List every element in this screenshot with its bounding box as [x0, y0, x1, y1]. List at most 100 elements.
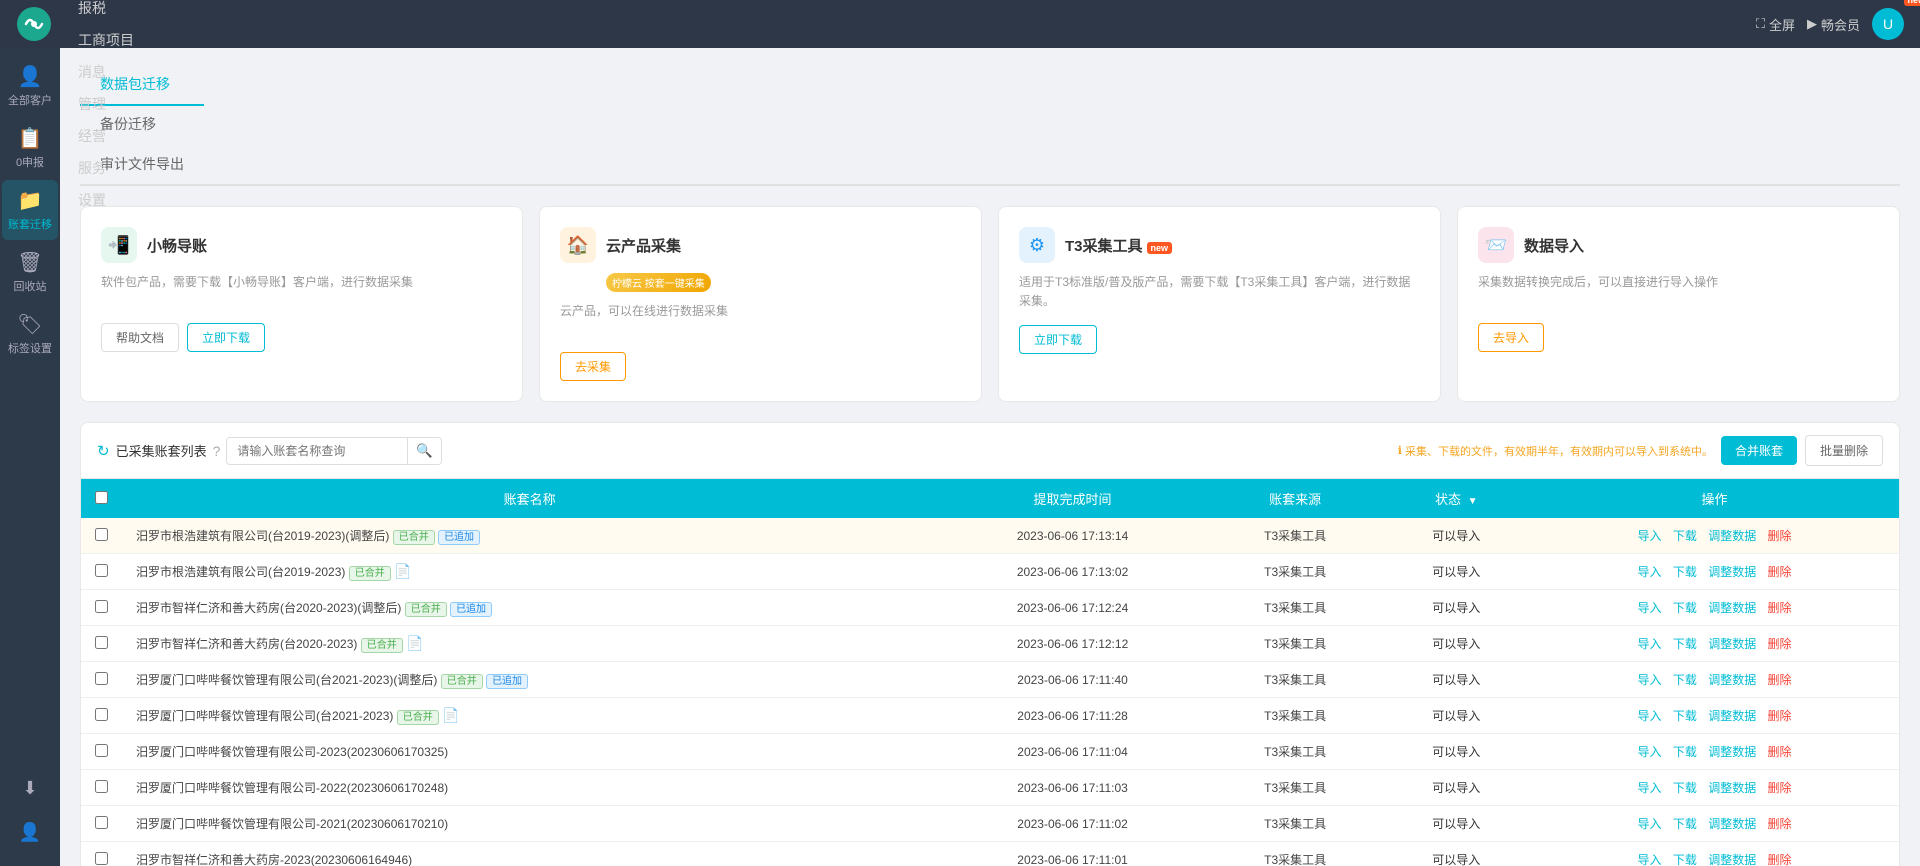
row-action-adjust[interactable]: 调整数据 [1704, 529, 1760, 543]
card-action-去采集[interactable]: 去采集 [560, 352, 626, 381]
row-action-download[interactable]: 下载 [1669, 709, 1701, 723]
header-status[interactable]: 状态 ▼ [1383, 479, 1531, 518]
file-icon[interactable]: 📄 [406, 635, 423, 651]
help-icon[interactable]: ? [213, 443, 221, 459]
row-action-delete[interactable]: 删除 [1764, 817, 1796, 831]
row-checkbox[interactable] [95, 852, 108, 865]
user-avatar[interactable]: U [1872, 8, 1904, 40]
row-action-download[interactable]: 下载 [1669, 781, 1701, 795]
row-action-delete[interactable]: 删除 [1764, 601, 1796, 615]
row-action-adjust[interactable]: 调整数据 [1704, 745, 1760, 759]
row-action-import[interactable]: 导入 [1633, 745, 1665, 759]
card-action-帮助文档[interactable]: 帮助文档 [101, 323, 179, 352]
row-action-delete[interactable]: 删除 [1764, 529, 1796, 543]
row-checkbox[interactable] [95, 744, 108, 757]
row-action-delete[interactable]: 删除 [1764, 673, 1796, 687]
row-action-adjust[interactable]: 调整数据 [1704, 637, 1760, 651]
row-action-download[interactable]: 下载 [1669, 853, 1701, 866]
row-time: 2023-06-06 17:12:12 [1017, 637, 1128, 651]
row-action-delete[interactable]: 删除 [1764, 565, 1796, 579]
row-action-download[interactable]: 下载 [1669, 529, 1701, 543]
sidebar-user-button[interactable]: 👤 [12, 814, 48, 850]
search-input[interactable] [227, 439, 407, 463]
nav-item-消息[interactable]: 消息 [64, 56, 148, 88]
row-checkbox[interactable] [95, 672, 108, 685]
nav-item-设置[interactable]: 设置 [64, 184, 148, 216]
row-action-adjust[interactable]: 调整数据 [1704, 853, 1760, 866]
fullscreen-button[interactable]: ⛶ 全屏 [1756, 15, 1795, 34]
nav-item-工商项目[interactable]: 工商项目 [64, 24, 148, 56]
row-action-delete[interactable]: 删除 [1764, 745, 1796, 759]
card-header: 🏠 云产品采集 [560, 227, 961, 263]
row-action-download[interactable]: 下载 [1669, 601, 1701, 615]
row-action-import[interactable]: 导入 [1633, 781, 1665, 795]
card-header: 📨 数据导入 [1478, 227, 1879, 263]
file-icon[interactable]: 📄 [394, 563, 411, 579]
row-checkbox[interactable] [95, 708, 108, 721]
row-action-adjust[interactable]: 调整数据 [1704, 601, 1760, 615]
row-name-cell: 汨罗市智祥仁济和善大药房(台2020-2023)(调整后) 已合并 已追加 [122, 590, 937, 626]
file-icon[interactable]: 📄 [442, 707, 459, 723]
row-action-import[interactable]: 导入 [1633, 853, 1665, 866]
nav-item-经营[interactable]: 经营 [64, 120, 148, 152]
sidebar-download-button[interactable]: ⬇ [12, 770, 48, 806]
card-badge-new: new [1147, 242, 1173, 254]
vip-button[interactable]: ▶ 畅会员 [1807, 15, 1860, 34]
row-action-adjust[interactable]: 调整数据 [1704, 709, 1760, 723]
row-name: 汨罗厦门口哔哔餐饮管理有限公司-2022(20230606170248) [136, 781, 448, 795]
row-action-download[interactable]: 下载 [1669, 817, 1701, 831]
search-button[interactable]: 🔍 [407, 438, 441, 464]
row-checkbox[interactable] [95, 816, 108, 829]
search-box: 🔍 [226, 437, 442, 465]
row-tag: 已合并 [397, 710, 439, 725]
row-action-adjust[interactable]: 调整数据 [1704, 565, 1760, 579]
row-action-import[interactable]: 导入 [1633, 529, 1665, 543]
nav-item-报税[interactable]: 报税 [64, 0, 148, 24]
row-action-import[interactable]: 导入 [1633, 709, 1665, 723]
sidebar-item-回收站[interactable]: 🗑回收站 [2, 242, 58, 302]
row-checkbox[interactable] [95, 780, 108, 793]
sidebar-item-0申报[interactable]: 📋0申报 [2, 118, 58, 178]
sidebar-item-标签设置[interactable]: 🏷标签设置 [2, 304, 58, 364]
card-action-去导入[interactable]: 去导入 [1478, 323, 1544, 352]
row-name-cell: 汨罗厦门口哔哔餐饮管理有限公司-2022(20230606170248) [122, 770, 937, 806]
vip-icon: ▶ [1807, 16, 1817, 32]
row-action-adjust[interactable]: 调整数据 [1704, 781, 1760, 795]
row-checkbox[interactable] [95, 600, 108, 613]
row-action-delete[interactable]: 删除 [1764, 709, 1796, 723]
logo[interactable] [16, 6, 52, 42]
row-checkbox-cell [81, 590, 122, 626]
row-action-adjust[interactable]: 调整数据 [1704, 817, 1760, 831]
merge-button[interactable]: 合并账套 [1721, 436, 1797, 465]
row-action-import[interactable]: 导入 [1633, 601, 1665, 615]
row-action-import[interactable]: 导入 [1633, 565, 1665, 579]
row-action-download[interactable]: 下载 [1669, 673, 1701, 687]
row-action-import[interactable]: 导入 [1633, 637, 1665, 651]
card-desc: 云产品，可以在线进行数据采集 [560, 302, 961, 338]
nav-item-服务[interactable]: 服务 [64, 152, 148, 184]
row-actions-cell: 导入 下载 调整数据 删除 [1530, 662, 1899, 698]
row-action-download[interactable]: 下载 [1669, 637, 1701, 651]
select-all-checkbox[interactable] [95, 491, 108, 504]
sidebar-item-全部客户[interactable]: 👤全部客户 [2, 56, 58, 116]
card-action-立即下载[interactable]: 立即下载 [1019, 325, 1097, 354]
row-action-adjust[interactable]: 调整数据 [1704, 673, 1760, 687]
refresh-icon[interactable]: ↻ [97, 442, 110, 460]
row-checkbox[interactable] [95, 636, 108, 649]
row-actions-cell: 导入 下载 调整数据 删除 [1530, 734, 1899, 770]
row-checkbox[interactable] [95, 528, 108, 541]
row-action-delete[interactable]: 删除 [1764, 853, 1796, 866]
row-action-import[interactable]: 导入 [1633, 817, 1665, 831]
row-action-import[interactable]: 导入 [1633, 673, 1665, 687]
batch-delete-button[interactable]: 批量删除 [1805, 435, 1883, 466]
nav-item-管理[interactable]: 管理 [64, 88, 148, 120]
sidebar-item-账套迁移[interactable]: 📁账套迁移 [2, 180, 58, 240]
row-action-download[interactable]: 下载 [1669, 745, 1701, 759]
row-action-download[interactable]: 下载 [1669, 565, 1701, 579]
row-status: 可以导入 [1432, 673, 1480, 687]
row-action-delete[interactable]: 删除 [1764, 637, 1796, 651]
row-checkbox[interactable] [95, 564, 108, 577]
row-time: 2023-06-06 17:13:14 [1017, 529, 1128, 543]
row-action-delete[interactable]: 删除 [1764, 781, 1796, 795]
card-action-立即下载[interactable]: 立即下载 [187, 323, 265, 352]
